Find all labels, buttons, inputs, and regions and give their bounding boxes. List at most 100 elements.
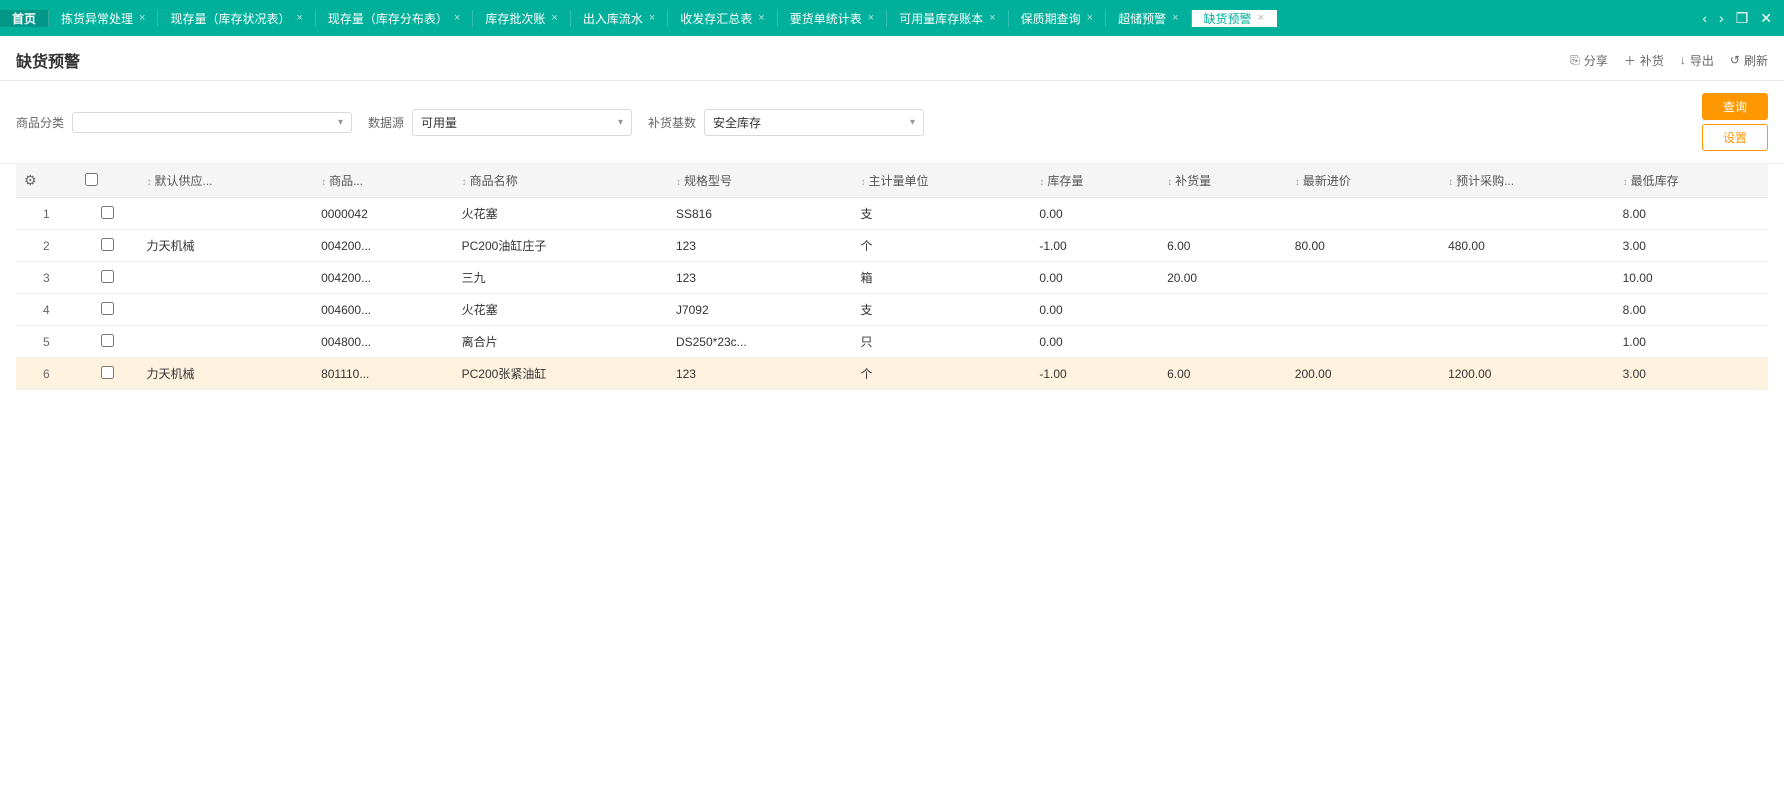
cell-spec-0: SS816	[668, 198, 853, 230]
row-checkbox-2[interactable]	[101, 270, 114, 283]
cell-replenish_qty-3	[1159, 294, 1287, 326]
col-header-product_code[interactable]: 商品...	[313, 164, 454, 198]
category-filter-group: 商品分类 ▾	[16, 112, 352, 133]
refresh-action[interactable]: ↺ 刷新	[1730, 52, 1768, 69]
tab-sdhz[interactable]: 收发存汇总表×	[668, 10, 777, 27]
export-action[interactable]: ↓ 导出	[1680, 52, 1714, 69]
share-icon: ⎘	[1570, 53, 1580, 68]
replenish-basis-select[interactable]: 安全库存 ▾	[704, 109, 924, 136]
tab-ccyj[interactable]: 超储预警×	[1106, 10, 1191, 27]
cell-latest_price-5: 200.00	[1287, 358, 1440, 390]
row-checkbox-cell-2	[77, 262, 139, 294]
tab-close-yhtj[interactable]: ×	[868, 12, 874, 24]
share-action[interactable]: ⎘ 分享	[1570, 52, 1608, 69]
cell-latest_price-1: 80.00	[1287, 230, 1440, 262]
cell-spec-1: 123	[668, 230, 853, 262]
replenish-basis-label: 补货基数	[648, 114, 696, 131]
col-header-product_name[interactable]: 商品名称	[454, 164, 668, 198]
cell-stock-0: 0.00	[1031, 198, 1159, 230]
row-checkbox-cell-0	[77, 198, 139, 230]
tab-crls[interactable]: 出入库流水 ×	[571, 10, 668, 27]
tab-close-ccyj[interactable]: ×	[1172, 12, 1178, 24]
cell-latest_price-4	[1287, 326, 1440, 358]
col-header-est_purchase[interactable]: 预计采购...	[1440, 164, 1615, 198]
cell-stock-3: 0.00	[1031, 294, 1159, 326]
tab-close-crls[interactable]: ×	[649, 12, 655, 24]
tab-yhtj[interactable]: 要货单统计表×	[778, 10, 887, 27]
tab-label-crls: 出入库流水	[583, 10, 643, 27]
tab-xzcl[interactable]: 现存量（库存状况表）×	[158, 10, 315, 27]
cell-spec-2: 123	[668, 262, 853, 294]
cell-default_supplier-3	[139, 294, 314, 326]
cell-product_name-1: PC200油缸庄子	[454, 230, 668, 262]
category-label: 商品分类	[16, 114, 64, 131]
row-checkbox-5[interactable]	[101, 366, 114, 379]
cell-latest_price-0	[1287, 198, 1440, 230]
tab-close-button[interactable]: ✕	[1756, 8, 1776, 29]
table-row: 5004800...离合片DS250*23c...只0.001.00	[16, 326, 1768, 358]
col-header-unit[interactable]: 主计量单位	[853, 164, 1032, 198]
cell-est_purchase-1: 480.00	[1440, 230, 1615, 262]
tab-qhyj[interactable]: 缺货预警×	[1192, 10, 1277, 27]
row-checkbox-4[interactable]	[101, 334, 114, 347]
tab-close-qhyj[interactable]: ×	[1258, 12, 1264, 24]
tab-bqqx[interactable]: 保质期查询×	[1009, 10, 1106, 27]
cell-min_stock-2: 10.00	[1615, 262, 1768, 294]
settings-gear-icon[interactable]: ⚙	[24, 172, 37, 188]
tab-close-bqqx[interactable]: ×	[1087, 12, 1093, 24]
page-title: 缺货预警	[16, 48, 80, 72]
cell-unit-5: 个	[853, 358, 1032, 390]
col-header-latest_price[interactable]: 最新进价	[1287, 164, 1440, 198]
tab-close-xzcl[interactable]: ×	[296, 12, 302, 24]
cell-product_code-4: 004800...	[313, 326, 454, 358]
cell-product_code-5: 801110...	[313, 358, 454, 390]
cell-latest_price-3	[1287, 294, 1440, 326]
tab-lyjc[interactable]: 拣货异常处理×	[49, 10, 158, 27]
row-num-5: 6	[16, 358, 77, 390]
cell-unit-3: 支	[853, 294, 1032, 326]
tab-kysl[interactable]: 可用量库存账本×	[887, 10, 1008, 27]
col-header-spec[interactable]: 规格型号	[668, 164, 853, 198]
tab-label-kcpz: 库存批次账	[485, 10, 545, 27]
row-checkbox-1[interactable]	[101, 238, 114, 251]
tab-restore-button[interactable]: ❐	[1732, 8, 1753, 29]
row-checkbox-3[interactable]	[101, 302, 114, 315]
cell-min_stock-4: 1.00	[1615, 326, 1768, 358]
row-checkbox-0[interactable]	[101, 206, 114, 219]
tab-close-kcpz[interactable]: ×	[551, 12, 557, 24]
export-icon: ↓	[1680, 53, 1686, 67]
cell-replenish_qty-2: 20.00	[1159, 262, 1287, 294]
tab-label-xzcl2: 现存量（库存分布表）	[328, 10, 448, 27]
cell-replenish_qty-0	[1159, 198, 1287, 230]
tab-kcpz[interactable]: 库存批次账 ×	[473, 10, 570, 27]
cell-default_supplier-5: 力天机械	[139, 358, 314, 390]
col-header-checkbox	[77, 164, 139, 198]
tab-home[interactable]: 首页	[0, 10, 49, 27]
settings-button[interactable]: 设置	[1702, 124, 1768, 151]
cell-unit-4: 只	[853, 326, 1032, 358]
col-header-default_supplier[interactable]: 默认供应...	[139, 164, 314, 198]
tab-bar: 首页拣货异常处理×现存量（库存状况表）×现存量（库存分布表）×库存批次账×出入库…	[0, 0, 1784, 36]
tab-close-lyjc[interactable]: ×	[139, 12, 145, 24]
filter-bar: 商品分类 ▾ 数据源 可用量 ▾ 补货基数 安全库存 ▾ 查询 设置	[0, 81, 1784, 164]
category-select[interactable]: ▾	[72, 112, 352, 133]
data-table: ⚙ 默认供应...商品...商品名称规格型号主计量单位库存量补货量最新进价预计采购…	[16, 164, 1768, 390]
cell-unit-1: 个	[853, 230, 1032, 262]
col-header-stock[interactable]: 库存量	[1031, 164, 1159, 198]
datasource-chevron-icon: ▾	[618, 117, 623, 128]
select-all-checkbox[interactable]	[85, 173, 98, 186]
query-button[interactable]: 查询	[1702, 93, 1768, 120]
tab-prev-button[interactable]: ‹	[1698, 8, 1711, 28]
tab-close-xzcl2[interactable]: ×	[454, 12, 460, 24]
col-header-min_stock[interactable]: 最低库存	[1615, 164, 1768, 198]
datasource-select[interactable]: 可用量 ▾	[412, 109, 632, 136]
cell-product_code-1: 004200...	[313, 230, 454, 262]
row-checkbox-cell-1	[77, 230, 139, 262]
tab-xzcl2[interactable]: 现存量（库存分布表） ×	[316, 10, 473, 27]
col-header-replenish_qty[interactable]: 补货量	[1159, 164, 1287, 198]
tab-close-sdhz[interactable]: ×	[758, 12, 764, 24]
tab-next-button[interactable]: ›	[1715, 8, 1728, 28]
table-row: 3004200...三九123箱0.0020.0010.00	[16, 262, 1768, 294]
tab-close-kysl[interactable]: ×	[989, 12, 995, 24]
replenish-action[interactable]: ＋ 补货	[1624, 52, 1664, 69]
